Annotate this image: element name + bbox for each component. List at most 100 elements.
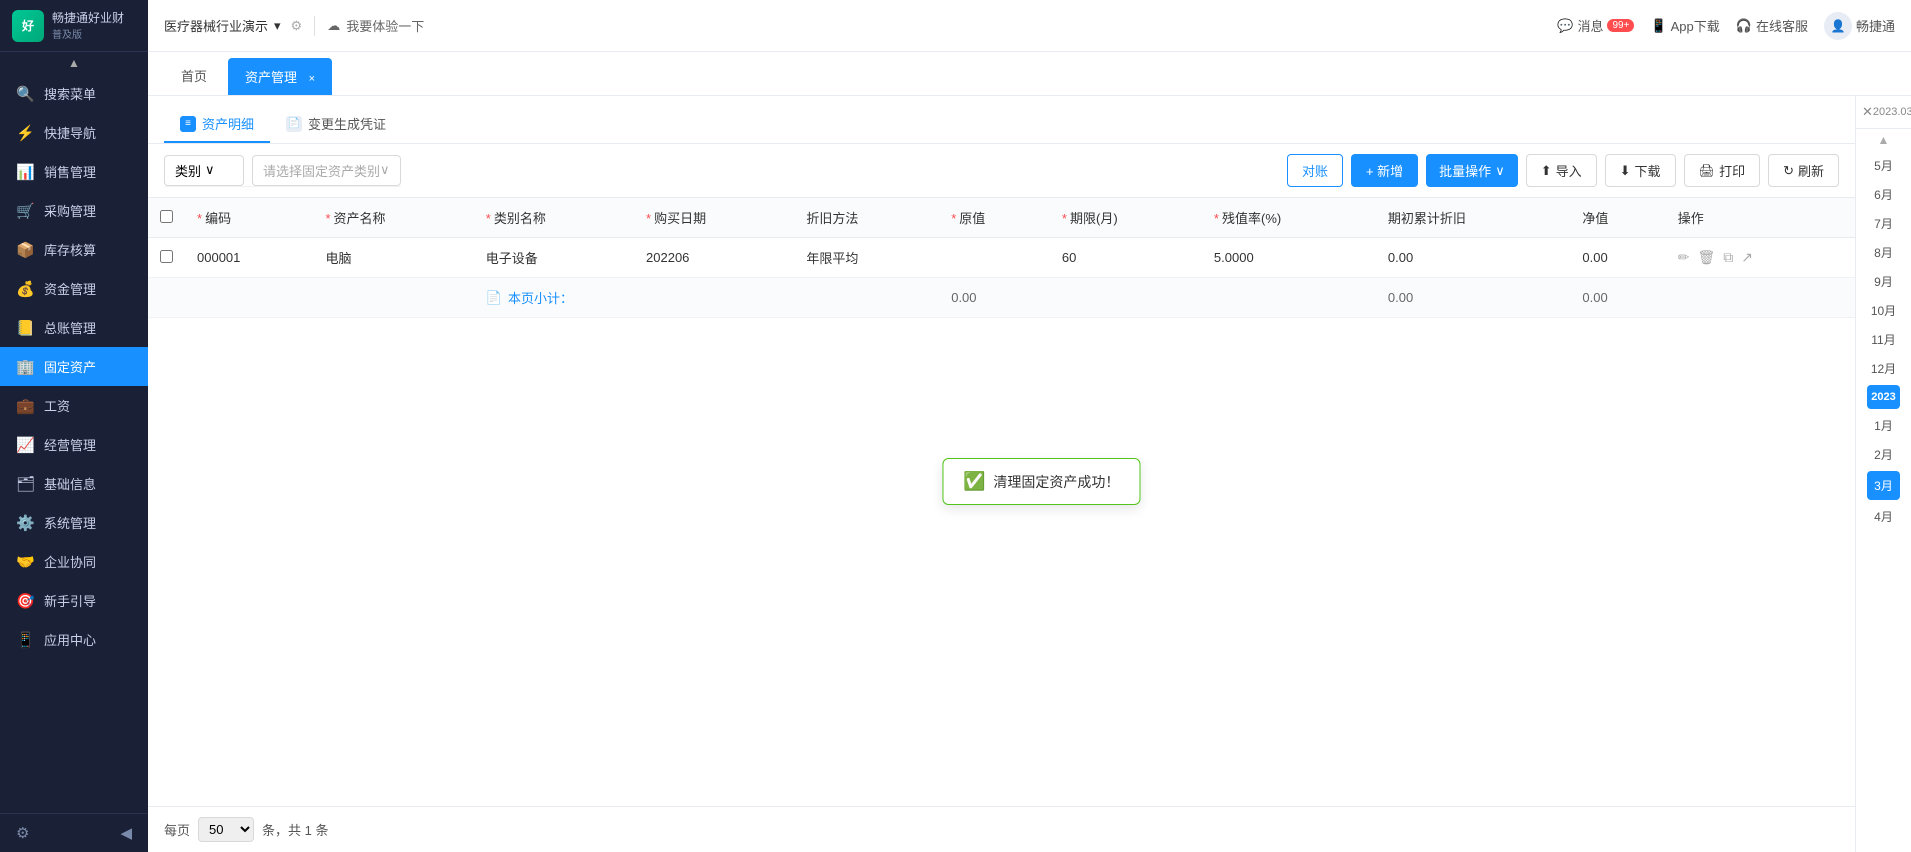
right-panel-scroll-up[interactable]: ▲ [1856, 129, 1911, 151]
td-code: 000001 [185, 238, 313, 278]
right-panel: ✕ 2023.03 ⤢ ▲ 5月6月7月8月9月10月11月12月20231月2… [1855, 96, 1911, 852]
sidebar-item-2[interactable]: 📊销售管理 [0, 152, 148, 191]
sidebar-icon-8: 💼 [16, 397, 34, 415]
tab-asset-management[interactable]: 资产管理 × [228, 58, 332, 95]
current-month[interactable]: 3月 [1867, 471, 1899, 500]
sidebar-item-1[interactable]: ⚡快捷导航 [0, 113, 148, 152]
online-service-btn[interactable]: 🎧 在线客服 [1736, 16, 1808, 35]
batch-ops-btn[interactable]: 批量操作 ∨ [1426, 154, 1518, 187]
refresh-btn[interactable]: ↻ 刷新 [1768, 154, 1839, 187]
category-label: 类别 [175, 161, 201, 180]
settings-gear-icon[interactable]: ⚙ [291, 18, 303, 34]
sidebar-icon-10: 🗂 [16, 475, 34, 493]
new-btn[interactable]: + 新增 [1351, 154, 1418, 187]
toast-message: 清理固定资产成功！ [993, 472, 1119, 492]
sidebar-icon-0: 🔍 [16, 85, 34, 103]
company-dropdown-icon: ▾ [274, 18, 281, 34]
experience-btn[interactable]: ☁ 我要体验一下 [327, 16, 424, 35]
month-6月[interactable]: 6月 [1863, 180, 1903, 209]
category-filter-select[interactable]: 类别 ∨ [164, 155, 244, 186]
row-checkbox[interactable] [160, 250, 173, 263]
td-period: 60 [1050, 238, 1202, 278]
settings-icon[interactable]: ⚙ [16, 824, 29, 842]
month-9月[interactable]: 9月 [1863, 267, 1903, 296]
sidebar-icon-11: ⚙️ [16, 514, 34, 532]
edit-icon[interactable]: ✏ [1678, 249, 1690, 266]
success-check-icon: ✅ [963, 471, 985, 492]
td-asset-name: 电脑 [313, 238, 473, 278]
user-section[interactable]: 👤 畅捷通 [1824, 12, 1895, 40]
month-8月[interactable]: 8月 [1863, 238, 1903, 267]
month-4月[interactable]: 4月 [1863, 502, 1903, 531]
sidebar-label-12: 企业协同 [44, 552, 96, 571]
category-input[interactable]: 请选择固定资产类别 ∨ [252, 155, 401, 186]
sidebar-scroll-up[interactable]: ▲ [0, 52, 148, 74]
year-badge[interactable]: 2023 [1867, 385, 1899, 409]
sidebar-item-7[interactable]: 🏢固定资产 [0, 347, 148, 386]
messages-btn[interactable]: 💬 消息 99+ [1557, 16, 1634, 35]
topbar-divider [314, 16, 315, 36]
month-12月[interactable]: 12月 [1863, 354, 1903, 383]
sidebar-item-14[interactable]: 📱应用中心 [0, 620, 148, 659]
subtotal-label-text: 📄 本页小计： [486, 288, 927, 307]
month-11月[interactable]: 11月 [1863, 325, 1903, 354]
per-page-select[interactable]: 50 10 20 100 [198, 817, 254, 842]
experience-icon: ☁ [327, 18, 340, 34]
sidebar-item-8[interactable]: 💼工资 [0, 386, 148, 425]
sub-tab-asset-detail[interactable]: ≡ 资产明细 [164, 106, 270, 143]
download-btn[interactable]: ⬇ 下载 [1605, 154, 1676, 187]
sidebar-label-3: 采购管理 [44, 201, 96, 220]
month-2月[interactable]: 2月 [1863, 440, 1903, 469]
table-row: 000001 电脑 电子设备 202206 年限平均 60 5.0000 0.0… [148, 238, 1855, 278]
sidebar-item-13[interactable]: 🎯新手引导 [0, 581, 148, 620]
month-10月[interactable]: 10月 [1863, 296, 1903, 325]
sidebar-item-11[interactable]: ⚙️ 系统管理 [0, 503, 148, 542]
th-period: *期限(月) [1050, 198, 1202, 238]
print-icon: 🖨 [1699, 163, 1716, 179]
voucher-icon: 📄 [286, 116, 302, 132]
sidebar-icon-4: 📦 [16, 241, 34, 259]
sidebar-item-9[interactable]: 📈经营管理 [0, 425, 148, 464]
tab-close-btn[interactable]: × [309, 73, 315, 85]
th-asset-name: *资产名称 [313, 198, 473, 238]
sidebar-label-11: 系统管理 [44, 513, 96, 532]
sidebar-label-5: 资金管理 [44, 279, 96, 298]
table-wrapper: *编码 *资产名称 *类别名称 *购买日期 折旧方法 *原值 *期限(月) *残… [148, 198, 1855, 806]
sidebar-item-10[interactable]: 🗂基础信息 [0, 464, 148, 503]
td-action: ✏ 🗑 ⧉ ↗ [1666, 238, 1855, 278]
month-5月[interactable]: 5月 [1863, 151, 1903, 180]
sidebar-item-3[interactable]: 🛒采购管理 [0, 191, 148, 230]
tab-home[interactable]: 首页 [164, 57, 224, 95]
month-1月[interactable]: 1月 [1863, 411, 1903, 440]
category-input-arrow: ∨ [380, 162, 390, 178]
asset-table: *编码 *资产名称 *类别名称 *购买日期 折旧方法 *原值 *期限(月) *残… [148, 198, 1855, 318]
sidebar-icon-1: ⚡ [16, 124, 34, 142]
sidebar-item-5[interactable]: 💰资金管理 [0, 269, 148, 308]
account-btn[interactable]: 对账 [1287, 154, 1343, 187]
sidebar-icon-7: 🏢 [16, 358, 34, 376]
collapse-icon[interactable]: ◀ [120, 824, 132, 842]
sidebar-icon-9: 📈 [16, 436, 34, 454]
right-panel-close-btn[interactable]: ✕ [1862, 104, 1873, 120]
sidebar-label-14: 应用中心 [44, 630, 96, 649]
print-btn[interactable]: 🖨 打印 [1684, 154, 1761, 187]
sub-tab-generate-voucher[interactable]: 📄 变更生成凭证 [270, 106, 402, 143]
copy-icon[interactable]: ⧉ [1723, 249, 1733, 266]
download-icon2: ⬇ [1620, 163, 1631, 179]
sidebar-item-0[interactable]: 🔍搜索菜单 [0, 74, 148, 113]
select-all-checkbox[interactable] [160, 210, 173, 223]
td-subtotal-empty5 [1202, 278, 1376, 318]
import-btn[interactable]: ⬆ 导入 [1526, 154, 1597, 187]
month-7月[interactable]: 7月 [1863, 209, 1903, 238]
content-main: ≡ 资产明细 📄 变更生成凭证 类别 ∨ 请选择固定资产类别 [148, 96, 1855, 852]
company-selector[interactable]: 医疗器械行业演示 ▾ ⚙ [164, 16, 302, 35]
sidebar-item-4[interactable]: 📦库存核算 [0, 230, 148, 269]
asset-detail-label: 资产明细 [202, 114, 254, 133]
app-download-btn[interactable]: 📱 App下载 [1650, 16, 1719, 35]
td-subtotal-empty3 [313, 278, 473, 318]
more-icon[interactable]: ↗ [1741, 249, 1753, 266]
sidebar-item-12[interactable]: 🤝企业协同 [0, 542, 148, 581]
delete-icon[interactable]: 🗑 [1697, 249, 1715, 266]
sidebar-item-6[interactable]: 📒总账管理 [0, 308, 148, 347]
sidebar-icon-2: 📊 [16, 163, 34, 181]
